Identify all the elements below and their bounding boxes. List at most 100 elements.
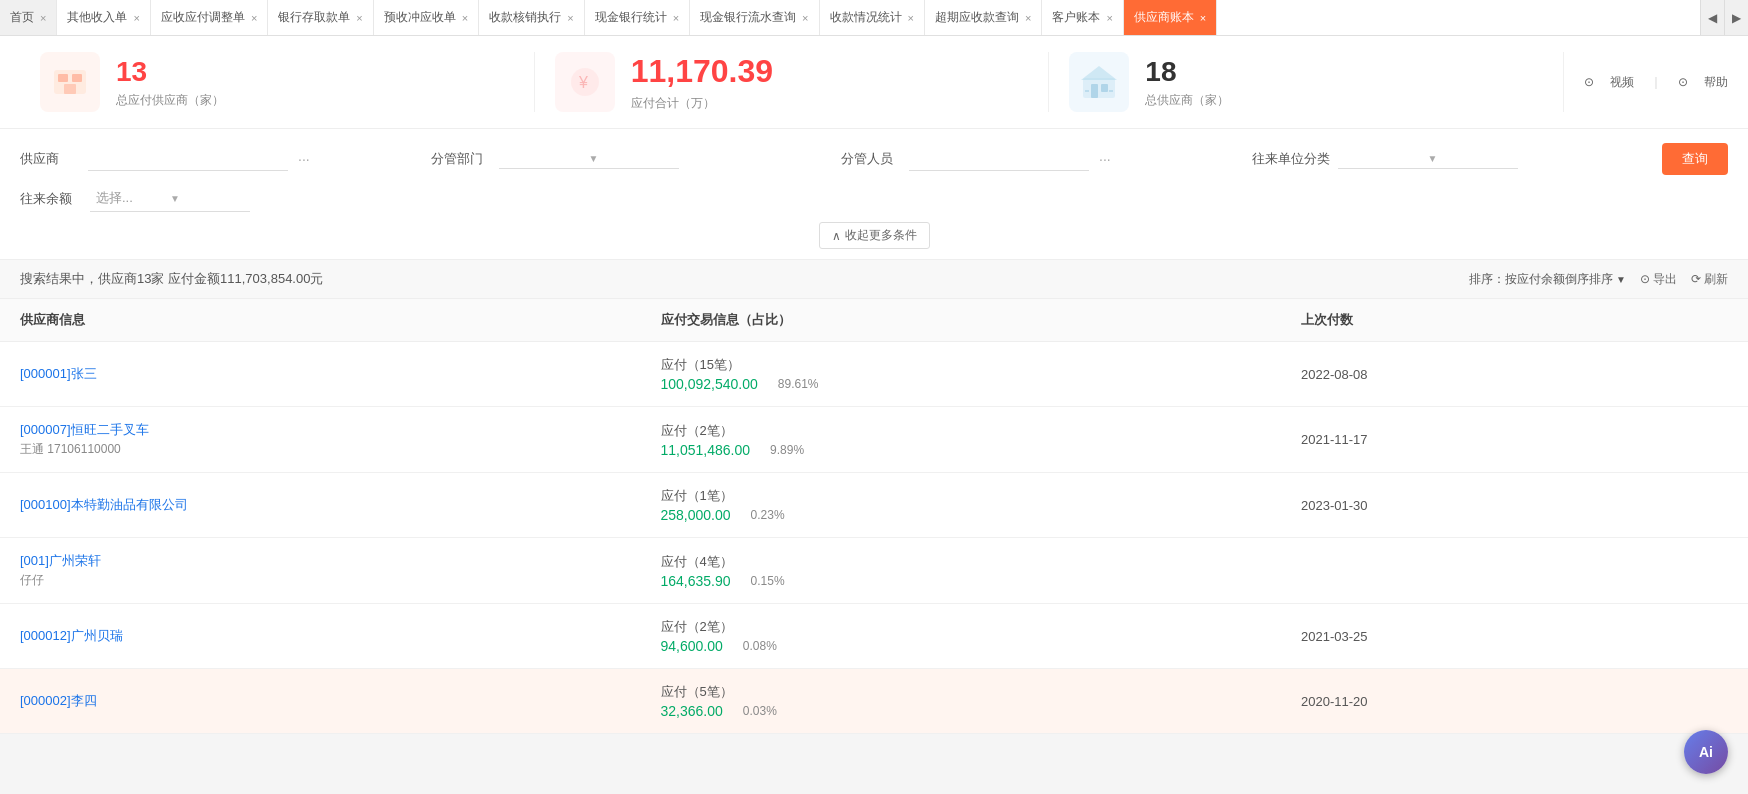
nav-tab-supplier-account[interactable]: 供应商账本 ×	[1124, 0, 1217, 35]
nav-tab-collection-status-close[interactable]: ×	[908, 12, 914, 24]
last-payment-cell-3: 2023-01-30	[1301, 498, 1728, 513]
nav-tab-advance-collection[interactable]: 预收冲应收单 ×	[374, 0, 479, 35]
result-bar: 搜索结果中，供应商13家 应付金额111,703,854.00元 排序：按应付余…	[0, 260, 1748, 299]
category-filter-label: 往来单位分类	[1252, 150, 1330, 168]
balance-filter-select[interactable]: 选择... ▼	[90, 185, 250, 212]
supplier-link-1[interactable]: [000001]张三	[20, 366, 97, 381]
nav-tab-other-income[interactable]: 其他收入单 ×	[57, 0, 150, 35]
transaction-amount-6[interactable]: 32,366.00	[661, 703, 723, 719]
nav-tab-supplier-account-close[interactable]: ×	[1200, 12, 1206, 24]
nav-tab-cash-bank-flow-close[interactable]: ×	[802, 12, 808, 24]
nav-tab-collection-status[interactable]: 收款情况统计 ×	[820, 0, 925, 35]
supplier-sub-2: 王通 17106110000	[20, 441, 661, 458]
transaction-info-cell-4: 应付（4笔） 164,635.90 0.15%	[661, 553, 1302, 589]
result-summary-text: 搜索结果中，供应商13家 应付金额111,703,854.00元	[20, 270, 323, 288]
table-row: [000001]张三 应付（15笔） 100,092,540.00 89.61%…	[0, 342, 1748, 407]
nav-tab-collection-status-label: 收款情况统计	[830, 9, 902, 26]
help-link[interactable]: 帮助	[1704, 74, 1728, 91]
store-icon	[1069, 52, 1129, 112]
filter-group-category: 往来单位分类 ▼	[1252, 149, 1653, 169]
supplier-link-5[interactable]: [000012]广州贝瑞	[20, 628, 123, 643]
col-header-supplier-info: 供应商信息	[20, 311, 661, 329]
supplier-link-6[interactable]: [000002]李四	[20, 693, 97, 708]
person-filter-input[interactable]	[909, 147, 1089, 171]
transaction-info-cell-1: 应付（15笔） 100,092,540.00 89.61%	[661, 356, 1302, 392]
dept-filter-label: 分管部门	[431, 150, 491, 168]
circle-help-icon: ⊙	[1678, 75, 1688, 89]
filter-row-2: 往来余额 选择... ▼	[20, 185, 1728, 212]
nav-tab-overdue-query[interactable]: 超期应收款查询 ×	[925, 0, 1042, 35]
table-header: 供应商信息 应付交易信息（占比） 上次付数	[0, 299, 1748, 342]
summary-card-ap-supplier: 13 总应付供应商（家）	[20, 52, 535, 112]
nav-tab-customer-account-close[interactable]: ×	[1106, 12, 1112, 24]
table-scroll-area[interactable]: [000001]张三 应付（15笔） 100,092,540.00 89.61%…	[0, 342, 1748, 734]
video-link[interactable]: 视频	[1610, 74, 1634, 91]
nav-prev-button[interactable]: ◀	[1700, 0, 1724, 36]
transaction-amount-2[interactable]: 11,051,486.00	[661, 442, 751, 458]
last-payment-date-3: 2023-01-30	[1301, 498, 1368, 513]
ap-total-label: 应付合计（万）	[631, 95, 773, 112]
nav-tab-cash-bank-stats[interactable]: 现金银行统计 ×	[585, 0, 690, 35]
nav-tab-customer-account-label: 客户账本	[1052, 9, 1100, 26]
export-button[interactable]: ⊙ 导出	[1640, 271, 1677, 288]
dept-filter-select[interactable]: ▼	[499, 149, 679, 169]
nav-tab-collection-verify-label: 收款核销执行	[489, 9, 561, 26]
nav-tab-customer-account[interactable]: 客户账本 ×	[1042, 0, 1123, 35]
last-payment-cell-1: 2022-08-08	[1301, 367, 1728, 382]
svg-text:¥: ¥	[578, 74, 588, 91]
query-button[interactable]: 查询	[1662, 143, 1728, 175]
balance-select-placeholder: 选择...	[96, 189, 170, 207]
nav-tab-ap-adjust[interactable]: 应收应付调整单 ×	[151, 0, 268, 35]
nav-tab-bank-deposit-close[interactable]: ×	[356, 12, 362, 24]
transaction-amount-5[interactable]: 94,600.00	[661, 638, 723, 654]
supplier-link-4[interactable]: [001]广州荣轩	[20, 553, 101, 568]
nav-next-button[interactable]: ▶	[1724, 0, 1748, 36]
ap-supplier-number: 13	[116, 55, 224, 89]
transaction-pct-4: 0.15%	[751, 574, 785, 588]
last-payment-date-5: 2021-03-25	[1301, 629, 1368, 644]
nav-tab-home-close[interactable]: ×	[40, 12, 46, 24]
nav-tab-collection-verify[interactable]: 收款核销执行 ×	[479, 0, 584, 35]
nav-tab-overdue-query-close[interactable]: ×	[1025, 12, 1031, 24]
transaction-amount-1[interactable]: 100,092,540.00	[661, 376, 758, 392]
filter-group-dept: 分管部门 ▼	[431, 149, 832, 169]
supplier-filter-input[interactable]	[88, 147, 288, 171]
dept-chevron-down-icon: ▼	[589, 153, 673, 164]
svg-rect-11	[1109, 90, 1113, 92]
top-navigation: 首页 × 其他收入单 × 应收应付调整单 × 银行存取款单 × 预收冲应收单 ×…	[0, 0, 1748, 36]
transaction-amount-3[interactable]: 258,000.00	[661, 507, 731, 523]
last-payment-cell-2: 2021-11-17	[1301, 432, 1728, 447]
last-payment-cell-6: 2020-11-20	[1301, 694, 1728, 709]
nav-tab-home[interactable]: 首页 ×	[0, 0, 57, 35]
table-row: [000012]广州贝瑞 应付（2笔） 94,600.00 0.08% 2021…	[0, 604, 1748, 669]
supplier-icon	[40, 52, 100, 112]
transaction-label-6: 应付（5笔）	[661, 683, 1302, 701]
transaction-amount-4[interactable]: 164,635.90	[661, 573, 731, 589]
supplier-link-2[interactable]: [000007]恒旺二手叉车	[20, 422, 149, 437]
nav-tab-cash-bank-flow[interactable]: 现金银行流水查询 ×	[690, 0, 819, 35]
summary-right-actions: ⊙ 视频 ｜ ⊙ 帮助	[1564, 52, 1728, 112]
transaction-info-cell-5: 应付（2笔） 94,600.00 0.08%	[661, 618, 1302, 654]
refresh-button[interactable]: ⟳ 刷新	[1691, 271, 1728, 288]
svg-rect-6	[1083, 78, 1115, 98]
person-dots-icon[interactable]: ···	[1099, 151, 1111, 167]
nav-tab-cash-bank-stats-close[interactable]: ×	[673, 12, 679, 24]
transaction-info-cell-2: 应付（2笔） 11,051,486.00 9.89%	[661, 422, 1302, 458]
supplier-link-3[interactable]: [000100]本特勤油品有限公司	[20, 497, 188, 512]
export-label: 导出	[1653, 271, 1677, 288]
last-payment-cell-5: 2021-03-25	[1301, 629, 1728, 644]
category-filter-select[interactable]: ▼	[1338, 149, 1518, 169]
transaction-info-cell-6: 应付（5笔） 32,366.00 0.03%	[661, 683, 1302, 719]
supplier-dots-icon[interactable]: ···	[298, 151, 310, 167]
nav-tab-ap-adjust-close[interactable]: ×	[251, 12, 257, 24]
balance-chevron-down-icon: ▼	[170, 193, 244, 204]
svg-rect-3	[64, 84, 76, 94]
last-payment-date-2: 2021-11-17	[1301, 432, 1368, 447]
filter-row-1: 供应商 ··· 分管部门 ▼ 分管人员 ··· 往来单位分类 ▼ 查询	[20, 143, 1728, 175]
nav-tab-collection-verify-close[interactable]: ×	[567, 12, 573, 24]
collapse-button[interactable]: ∧ 收起更多条件	[819, 222, 930, 249]
nav-tab-advance-collection-close[interactable]: ×	[462, 12, 468, 24]
nav-tab-other-income-close[interactable]: ×	[133, 12, 139, 24]
nav-tab-bank-deposit[interactable]: 银行存取款单 ×	[268, 0, 373, 35]
sort-button[interactable]: 排序：按应付余额倒序排序 ▼	[1469, 271, 1626, 288]
